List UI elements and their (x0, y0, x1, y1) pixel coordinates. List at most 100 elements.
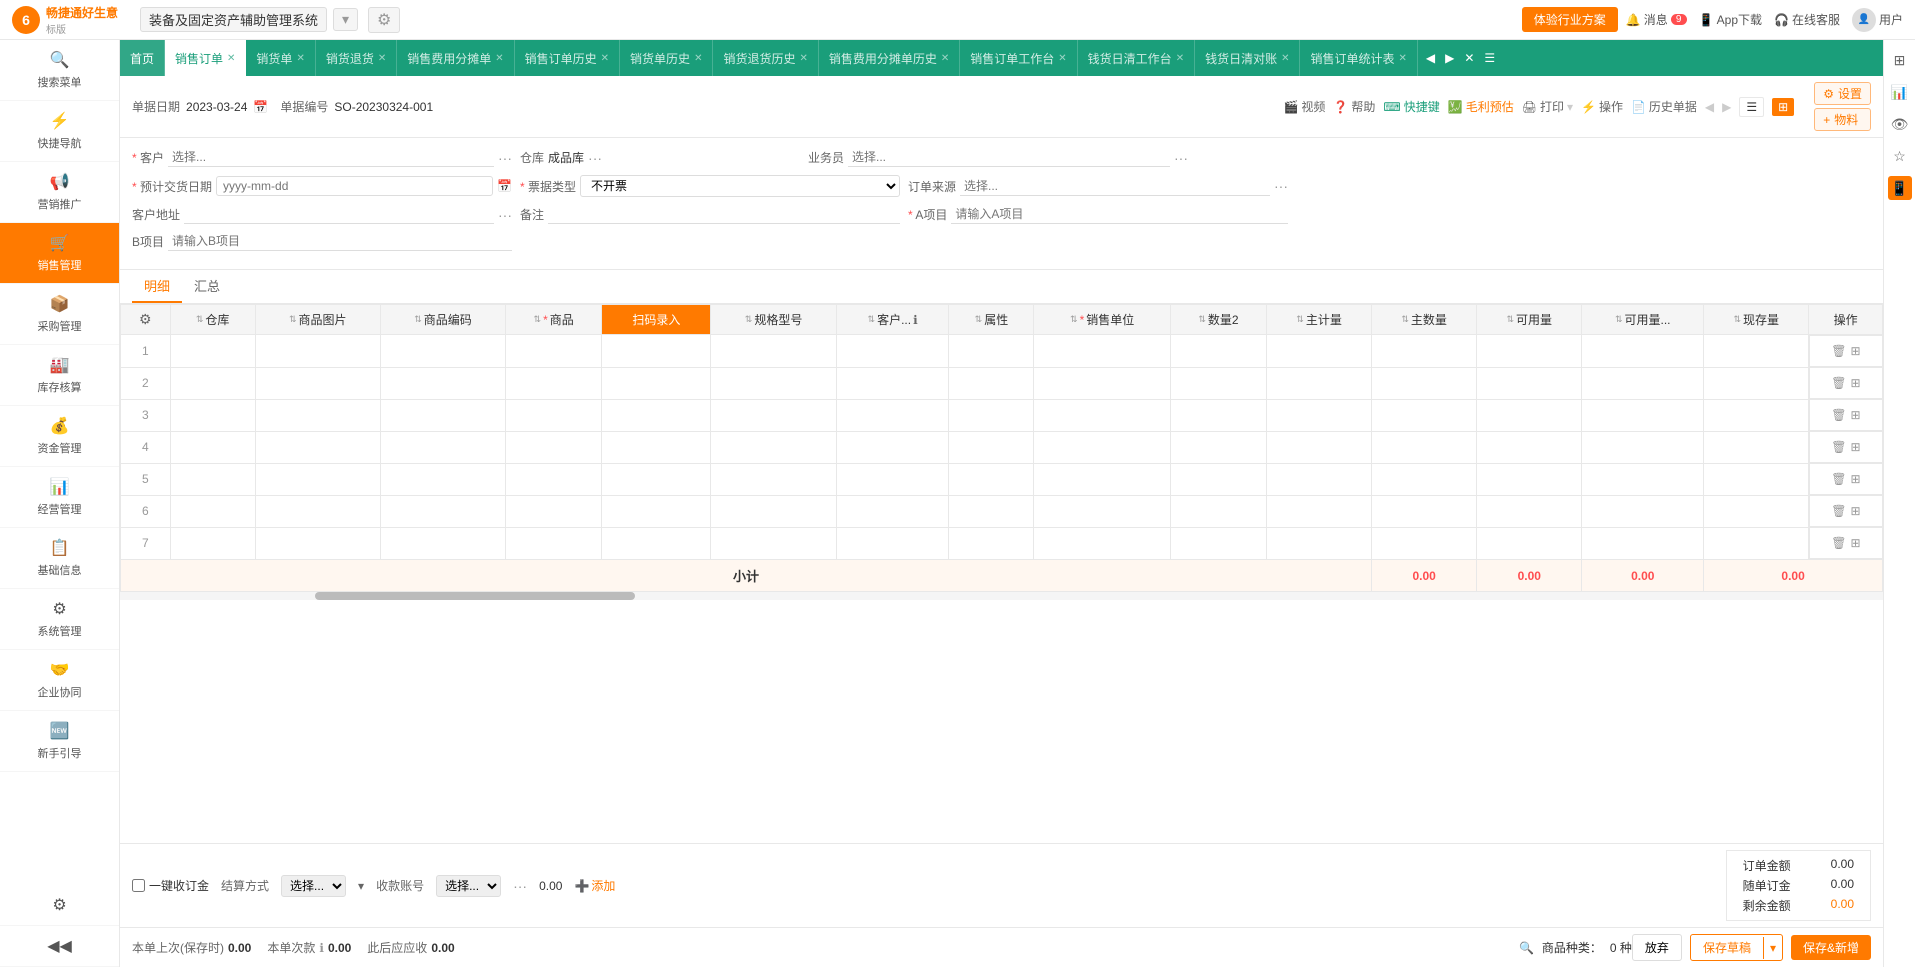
customer-more-btn[interactable]: ··· (498, 150, 512, 166)
row-7-delete-icon[interactable]: 🗑 (1831, 536, 1846, 550)
th-code[interactable]: ⇅商品编码 (380, 305, 505, 335)
row-2-attr[interactable] (949, 367, 1034, 399)
row-2-code[interactable] (380, 367, 505, 399)
row-7-available2[interactable] (1582, 527, 1704, 560)
sidebar-item-marketing[interactable]: 📢 营销推广 (0, 162, 119, 223)
tab-return-history[interactable]: 销货退货历史 ✕ (713, 40, 818, 76)
row-6-warehouse[interactable] (170, 495, 255, 527)
shortcut-btn[interactable]: ⌨ 快捷键 (1383, 98, 1439, 115)
row-3-main-qty[interactable] (1372, 399, 1477, 431)
row-5-unit[interactable] (1034, 463, 1170, 495)
tab-sales-order-history-close[interactable]: ✕ (601, 53, 609, 64)
sidebar-item-inventory[interactable]: 🏭 库存核算 (0, 345, 119, 406)
row-1-qty2[interactable] (1170, 335, 1266, 368)
row-2-unit[interactable] (1034, 367, 1170, 399)
right-eye-btn[interactable]: 👁 (1888, 112, 1912, 136)
nav-next-arrow[interactable]: ▶ (1441, 49, 1458, 67)
row-5-scan[interactable] (602, 463, 711, 495)
row-5-image[interactable] (255, 463, 380, 495)
row-6-delete-icon[interactable]: 🗑 (1831, 504, 1846, 518)
order-source-input[interactable] (960, 177, 1270, 196)
row-7-customer-code[interactable] (836, 527, 949, 560)
salesperson-input[interactable] (848, 148, 1170, 167)
row-1-warehouse[interactable] (170, 335, 255, 368)
row-3-warehouse[interactable] (170, 399, 255, 431)
th-spec[interactable]: ⇅规格型号 (711, 305, 836, 335)
row-6-attr[interactable] (949, 495, 1034, 527)
row-6-customer-code[interactable] (836, 495, 949, 527)
row-1-code[interactable] (380, 335, 505, 368)
row-7-stock[interactable] (1704, 527, 1809, 560)
sidebar-item-enterprise[interactable]: 🤝 企业协同 (0, 650, 119, 711)
row-4-delete-icon[interactable]: 🗑 (1831, 440, 1846, 454)
history-btn[interactable]: 📄 历史单据 (1631, 98, 1697, 115)
row-6-product[interactable] (506, 495, 602, 527)
th-product[interactable]: ⇅*商品 (506, 305, 602, 335)
customer-addr-input[interactable] (184, 205, 494, 224)
th-image[interactable]: ⇅商品图片 (255, 305, 380, 335)
row-3-unit[interactable] (1034, 399, 1170, 431)
row-6-available[interactable] (1477, 495, 1582, 527)
row-6-action[interactable]: 🗑⊞ (1809, 495, 1882, 527)
right-qr-btn[interactable]: 📱 (1888, 176, 1912, 200)
row-5-action[interactable]: 🗑⊞ (1809, 463, 1882, 495)
row-4-available[interactable] (1477, 431, 1582, 463)
row-1-delete-icon[interactable]: 🗑 (1831, 344, 1846, 358)
tab-sales-expense[interactable]: 销售费用分摊单 ✕ (397, 40, 514, 76)
system-dropdown-icon[interactable]: ▾ (333, 8, 358, 31)
profit-btn[interactable]: 💹 毛利预估 (1448, 98, 1514, 115)
row-2-spec[interactable] (711, 367, 836, 399)
save-draft-dropdown[interactable]: ▾ (1763, 937, 1782, 959)
row-1-unit[interactable] (1034, 335, 1170, 368)
row-4-available2[interactable] (1582, 431, 1704, 463)
row-3-customer-code[interactable] (836, 399, 949, 431)
sidebar-item-sales[interactable]: 🛒 销售管理 (0, 223, 119, 284)
sidebar-item-collapse[interactable]: ◀◀ (0, 926, 119, 967)
sidebar-item-purchase[interactable]: 📦 采购管理 (0, 284, 119, 345)
row-3-attr[interactable] (949, 399, 1034, 431)
right-grid-btn[interactable]: ⊞ (1888, 48, 1912, 72)
row-2-image[interactable] (255, 367, 380, 399)
row-4-main-qty[interactable] (1372, 431, 1477, 463)
sidebar-item-guide[interactable]: 🆕 新手引导 (0, 711, 119, 772)
th-scan[interactable]: 扫码录入 (602, 305, 711, 335)
row-6-main-qty[interactable] (1372, 495, 1477, 527)
discard-btn[interactable]: 放弃 (1632, 934, 1682, 961)
addr-more-btn[interactable]: ··· (498, 207, 512, 223)
tab-expense-history-close[interactable]: ✕ (941, 53, 949, 64)
sidebar-item-finance[interactable]: 💰 资金管理 (0, 406, 119, 467)
op-btn[interactable]: ⚡ 操作 (1581, 98, 1623, 115)
row-5-copy-icon[interactable]: ⊞ (1850, 472, 1860, 486)
row-2-main-qty[interactable] (1372, 367, 1477, 399)
row-1-attr[interactable] (949, 335, 1034, 368)
user-btn[interactable]: 👤 用户 (1852, 8, 1903, 32)
row-4-qty2[interactable] (1170, 431, 1266, 463)
row-5-available2[interactable] (1582, 463, 1704, 495)
row-3-copy-icon[interactable]: ⊞ (1850, 408, 1860, 422)
delivery-calendar-icon[interactable]: 📅 (497, 179, 512, 193)
account-more-btn[interactable]: ··· (513, 878, 527, 894)
row-7-attr[interactable] (949, 527, 1034, 560)
scrollbar-thumb[interactable] (315, 592, 635, 600)
grid-view-btn[interactable]: ⊞ (1772, 98, 1794, 116)
tab-daily-workbench-close[interactable]: ✕ (1176, 53, 1184, 64)
tab-stats[interactable]: 销售订单统计表 ✕ (1300, 40, 1417, 76)
row-7-action[interactable]: 🗑⊞ (1809, 527, 1882, 559)
payment-dropdown-icon[interactable]: ▾ (358, 879, 364, 893)
row-1-stock[interactable] (1704, 335, 1809, 368)
row-2-delete-icon[interactable]: 🗑 (1831, 376, 1846, 390)
th-main-qty[interactable]: ⇅主数量 (1372, 305, 1477, 335)
th-available2[interactable]: ⇅可用量... (1582, 305, 1704, 335)
row-5-warehouse[interactable] (170, 463, 255, 495)
sidebar-item-search[interactable]: 🔍 搜索菜单 (0, 40, 119, 101)
tab-order-workbench-close[interactable]: ✕ (1058, 53, 1066, 64)
row-6-available2[interactable] (1582, 495, 1704, 527)
row-5-qty2[interactable] (1170, 463, 1266, 495)
row-1-customer-code[interactable] (836, 335, 949, 368)
row-1-main-qty[interactable] (1372, 335, 1477, 368)
tab-sales-bill[interactable]: 销货单 ✕ (246, 40, 315, 76)
row-2-action[interactable]: 🗑 ⊞ (1809, 367, 1882, 399)
th-customer-code[interactable]: ⇅客户...ℹ (836, 305, 949, 335)
th-stock[interactable]: ⇅现存量 (1704, 305, 1809, 335)
tab-sales-order-history[interactable]: 销售订单历史 ✕ (515, 40, 620, 76)
